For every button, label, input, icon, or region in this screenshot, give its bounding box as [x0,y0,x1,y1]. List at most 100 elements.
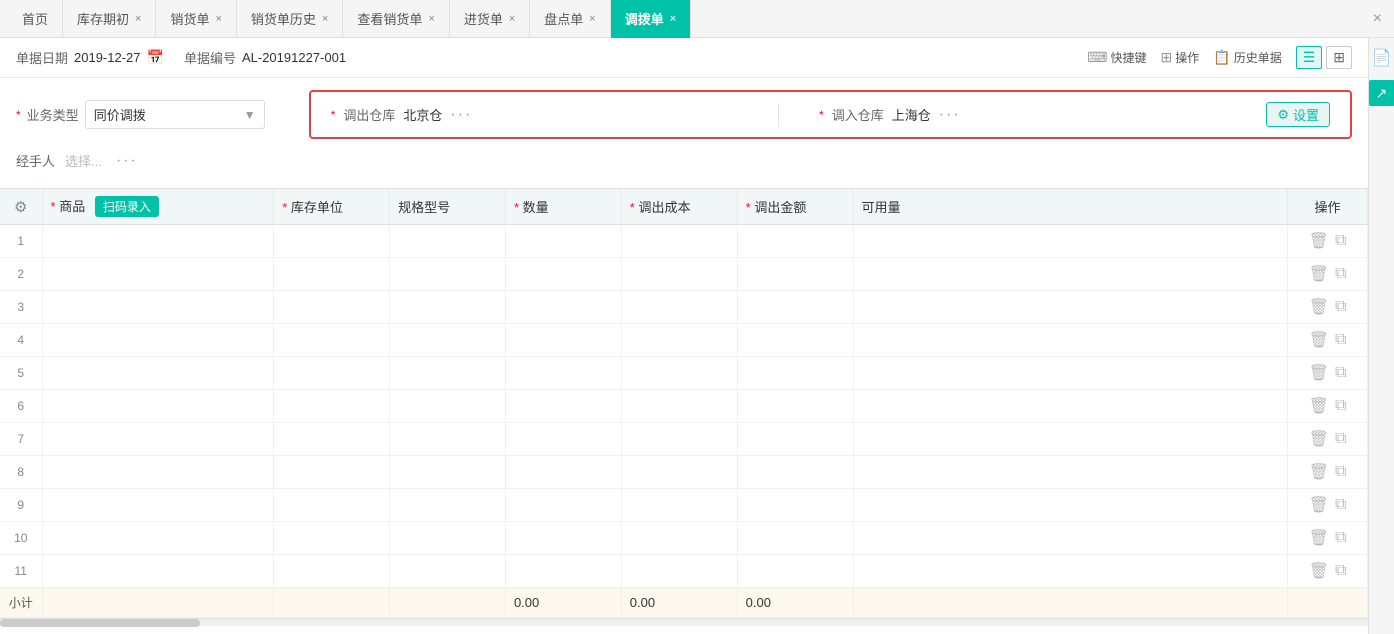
row-qty-2[interactable] [505,258,621,291]
copy-icon-9[interactable]: ⧉ [1335,496,1346,514]
row-spec-4[interactable] [390,324,506,357]
row-cost-11[interactable] [621,555,737,588]
row-available-8[interactable] [853,456,1287,489]
row-qty-6[interactable] [505,390,621,423]
row-product-2[interactable] [42,258,274,291]
row-unit-6[interactable] [274,390,390,423]
row-available-10[interactable] [853,522,1287,555]
copy-icon-1[interactable]: ⧉ [1335,232,1346,250]
shortcuts-btn[interactable]: ⌨ 快捷键 [1087,49,1146,66]
row-available-9[interactable] [853,489,1287,522]
row-product-4[interactable] [42,324,274,357]
row-available-2[interactable] [853,258,1287,291]
row-available-11[interactable] [853,555,1287,588]
row-available-3[interactable] [853,291,1287,324]
row-product-1[interactable] [42,225,274,258]
row-unit-4[interactable] [274,324,390,357]
tab-inventory-check-close[interactable]: × [589,13,595,25]
row-available-5[interactable] [853,357,1287,390]
th-gear[interactable]: ⚙ [0,189,42,225]
row-cost-9[interactable] [621,489,737,522]
grid-view-btn[interactable]: ⊞ [1326,46,1352,69]
row-cost-6[interactable] [621,390,737,423]
row-unit-2[interactable] [274,258,390,291]
row-cost-2[interactable] [621,258,737,291]
row-unit-10[interactable] [274,522,390,555]
row-cost-8[interactable] [621,456,737,489]
row-amount-1[interactable] [737,225,853,258]
row-amount-5[interactable] [737,357,853,390]
row-spec-6[interactable] [390,390,506,423]
row-unit-7[interactable] [274,423,390,456]
delete-icon-5[interactable]: 🗑 [1309,363,1329,383]
row-product-7[interactable] [42,423,274,456]
row-cost-10[interactable] [621,522,737,555]
delete-icon-6[interactable]: 🗑 [1309,396,1329,416]
copy-icon-2[interactable]: ⧉ [1335,265,1346,283]
scrollbar-thumb[interactable] [0,619,200,627]
row-spec-5[interactable] [390,357,506,390]
row-unit-3[interactable] [274,291,390,324]
row-unit-5[interactable] [274,357,390,390]
row-amount-11[interactable] [737,555,853,588]
setting-button[interactable]: ⚙ 设置 [1266,102,1330,127]
copy-icon-10[interactable]: ⧉ [1335,529,1346,547]
operator-placeholder[interactable]: 选择... [65,151,102,170]
delete-icon-8[interactable]: 🗑 [1309,462,1329,482]
copy-icon-6[interactable]: ⧉ [1335,397,1346,415]
horizontal-scrollbar[interactable] [0,618,1368,626]
tab-transfer-order-close[interactable]: × [670,13,676,25]
row-cost-4[interactable] [621,324,737,357]
tab-purchase-order[interactable]: 进货单 × [450,0,530,38]
row-available-6[interactable] [853,390,1287,423]
delete-icon-10[interactable]: 🗑 [1309,528,1329,548]
row-spec-1[interactable] [390,225,506,258]
copy-icon-5[interactable]: ⧉ [1335,364,1346,382]
row-spec-9[interactable] [390,489,506,522]
copy-icon-7[interactable]: ⧉ [1335,430,1346,448]
row-qty-1[interactable] [505,225,621,258]
scan-button[interactable]: 扫码录入 [95,196,159,217]
tab-inventory-init-close[interactable]: × [135,13,141,25]
delete-icon-11[interactable]: 🗑 [1309,561,1329,581]
row-product-9[interactable] [42,489,274,522]
row-qty-4[interactable] [505,324,621,357]
copy-icon-3[interactable]: ⧉ [1335,298,1346,316]
copy-icon-8[interactable]: ⧉ [1335,463,1346,481]
delete-icon-9[interactable]: 🗑 [1309,495,1329,515]
row-amount-2[interactable] [737,258,853,291]
row-qty-5[interactable] [505,357,621,390]
list-view-btn[interactable]: ☰ [1296,46,1323,69]
tab-view-sales[interactable]: 查看销货单 × [343,0,449,38]
row-product-3[interactable] [42,291,274,324]
row-unit-8[interactable] [274,456,390,489]
tab-purchase-order-close[interactable]: × [509,13,515,25]
doc-sidebar-icon[interactable]: 📄 [1372,48,1392,68]
expand-sidebar-icon[interactable]: ↗ [1369,80,1394,106]
row-product-11[interactable] [42,555,274,588]
row-amount-7[interactable] [737,423,853,456]
row-available-7[interactable] [853,423,1287,456]
copy-icon-4[interactable]: ⧉ [1335,331,1346,349]
row-qty-8[interactable] [505,456,621,489]
operations-btn[interactable]: ⊞ 操作 [1161,49,1200,66]
close-all-button[interactable]: × [1373,10,1382,28]
tab-home[interactable]: 首页 [8,0,63,38]
operator-more-btn[interactable]: ··· [116,152,138,170]
row-unit-9[interactable] [274,489,390,522]
out-warehouse-more-btn[interactable]: ··· [450,106,472,124]
copy-icon-11[interactable]: ⧉ [1335,562,1346,580]
delete-icon-7[interactable]: 🗑 [1309,429,1329,449]
row-cost-5[interactable] [621,357,737,390]
row-qty-10[interactable] [505,522,621,555]
row-unit-11[interactable] [274,555,390,588]
row-amount-8[interactable] [737,456,853,489]
row-spec-7[interactable] [390,423,506,456]
row-amount-9[interactable] [737,489,853,522]
tab-inventory-check[interactable]: 盘点单 × [530,0,610,38]
row-qty-11[interactable] [505,555,621,588]
calendar-icon[interactable]: 📅 [147,49,164,66]
tab-view-sales-close[interactable]: × [428,13,434,25]
row-spec-10[interactable] [390,522,506,555]
tab-inventory-init[interactable]: 库存期初 × [63,0,156,38]
